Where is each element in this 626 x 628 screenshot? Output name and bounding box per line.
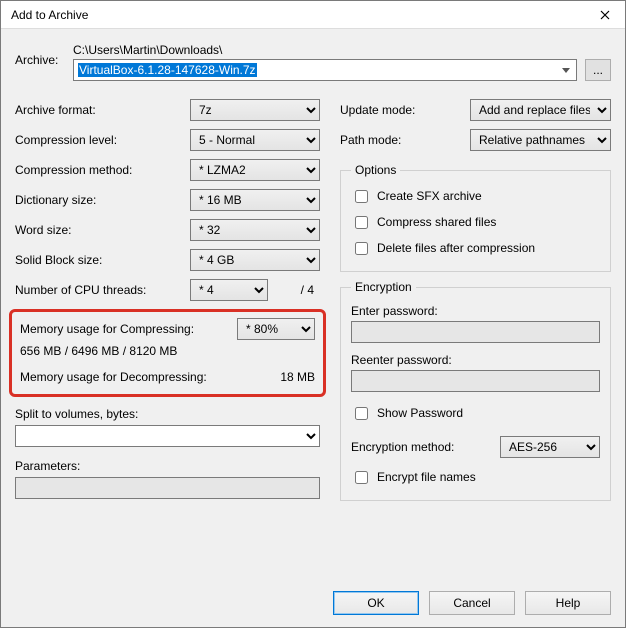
button-bar: OK Cancel Help <box>1 579 625 627</box>
compress-shared-checkbox[interactable]: Compress shared files <box>351 209 600 235</box>
archive-format-select[interactable]: 7z <box>190 99 320 121</box>
ok-button[interactable]: OK <box>333 591 419 615</box>
titlebar: Add to Archive <box>1 1 625 29</box>
mem-decompress-label: Memory usage for Decompressing: <box>20 370 243 384</box>
memory-highlight-box: Memory usage for Compressing: * 80% 656 … <box>9 309 326 397</box>
browse-button[interactable]: ... <box>585 59 611 81</box>
solid-block-size-label: Solid Block size: <box>15 253 190 267</box>
cancel-button[interactable]: Cancel <box>429 591 515 615</box>
create-sfx-checkbox[interactable]: Create SFX archive <box>351 183 600 209</box>
encryption-method-select[interactable]: AES-256 <box>500 436 600 458</box>
chevron-down-icon <box>558 62 574 78</box>
reenter-password-label: Reenter password: <box>351 353 600 367</box>
word-size-label: Word size: <box>15 223 190 237</box>
encryption-method-label: Encryption method: <box>351 440 492 454</box>
window-title: Add to Archive <box>11 8 585 22</box>
archive-filename: VirtualBox-6.1.28-147628-Win.7z <box>78 63 257 77</box>
compression-level-select[interactable]: 5 - Normal <box>190 129 320 151</box>
update-mode-label: Update mode: <box>340 103 470 117</box>
parameters-label: Parameters: <box>15 459 320 473</box>
cpu-threads-total: / 4 <box>272 283 314 297</box>
path-mode-label: Path mode: <box>340 133 470 147</box>
options-group: Options Create SFX archive Compress shar… <box>340 163 611 272</box>
mem-compress-select[interactable]: * 80% <box>237 318 315 340</box>
enter-password-label: Enter password: <box>351 304 600 318</box>
compression-method-label: Compression method: <box>15 163 190 177</box>
update-mode-select[interactable]: Add and replace files <box>470 99 611 121</box>
encryption-legend: Encryption <box>351 280 416 294</box>
solid-block-size-select[interactable]: * 4 GB <box>190 249 320 271</box>
cpu-threads-label: Number of CPU threads: <box>15 283 190 297</box>
archive-filename-combo[interactable]: VirtualBox-6.1.28-147628-Win.7z <box>73 59 577 81</box>
parameters-input[interactable] <box>15 477 320 499</box>
dictionary-size-label: Dictionary size: <box>15 193 190 207</box>
encryption-group: Encryption Enter password: Reenter passw… <box>340 280 611 501</box>
dictionary-size-select[interactable]: * 16 MB <box>190 189 320 211</box>
cpu-threads-select[interactable]: * 4 <box>190 279 268 301</box>
archive-path: C:\Users\Martin\Downloads\ <box>73 43 611 57</box>
enter-password-input[interactable] <box>351 321 600 343</box>
close-button[interactable] <box>585 1 625 29</box>
encrypt-filenames-checkbox[interactable]: Encrypt file names <box>351 464 600 490</box>
archive-label: Archive: <box>15 43 73 67</box>
options-legend: Options <box>351 163 400 177</box>
reenter-password-input[interactable] <box>351 370 600 392</box>
archive-format-label: Archive format: <box>15 103 190 117</box>
mem-compress-label: Memory usage for Compressing: <box>20 322 237 336</box>
compression-level-label: Compression level: <box>15 133 190 147</box>
path-mode-select[interactable]: Relative pathnames <box>470 129 611 151</box>
dialog-window: Add to Archive Archive: C:\Users\Martin\… <box>0 0 626 628</box>
show-password-checkbox[interactable]: Show Password <box>351 400 600 426</box>
split-volumes-label: Split to volumes, bytes: <box>15 407 320 421</box>
word-size-select[interactable]: * 32 <box>190 219 320 241</box>
split-volumes-combo[interactable] <box>15 425 320 447</box>
delete-after-checkbox[interactable]: Delete files after compression <box>351 235 600 261</box>
help-button[interactable]: Help <box>525 591 611 615</box>
mem-decompress-value: 18 MB <box>243 370 315 384</box>
mem-compress-detail: 656 MB / 6496 MB / 8120 MB <box>20 344 177 358</box>
compression-method-select[interactable]: * LZMA2 <box>190 159 320 181</box>
